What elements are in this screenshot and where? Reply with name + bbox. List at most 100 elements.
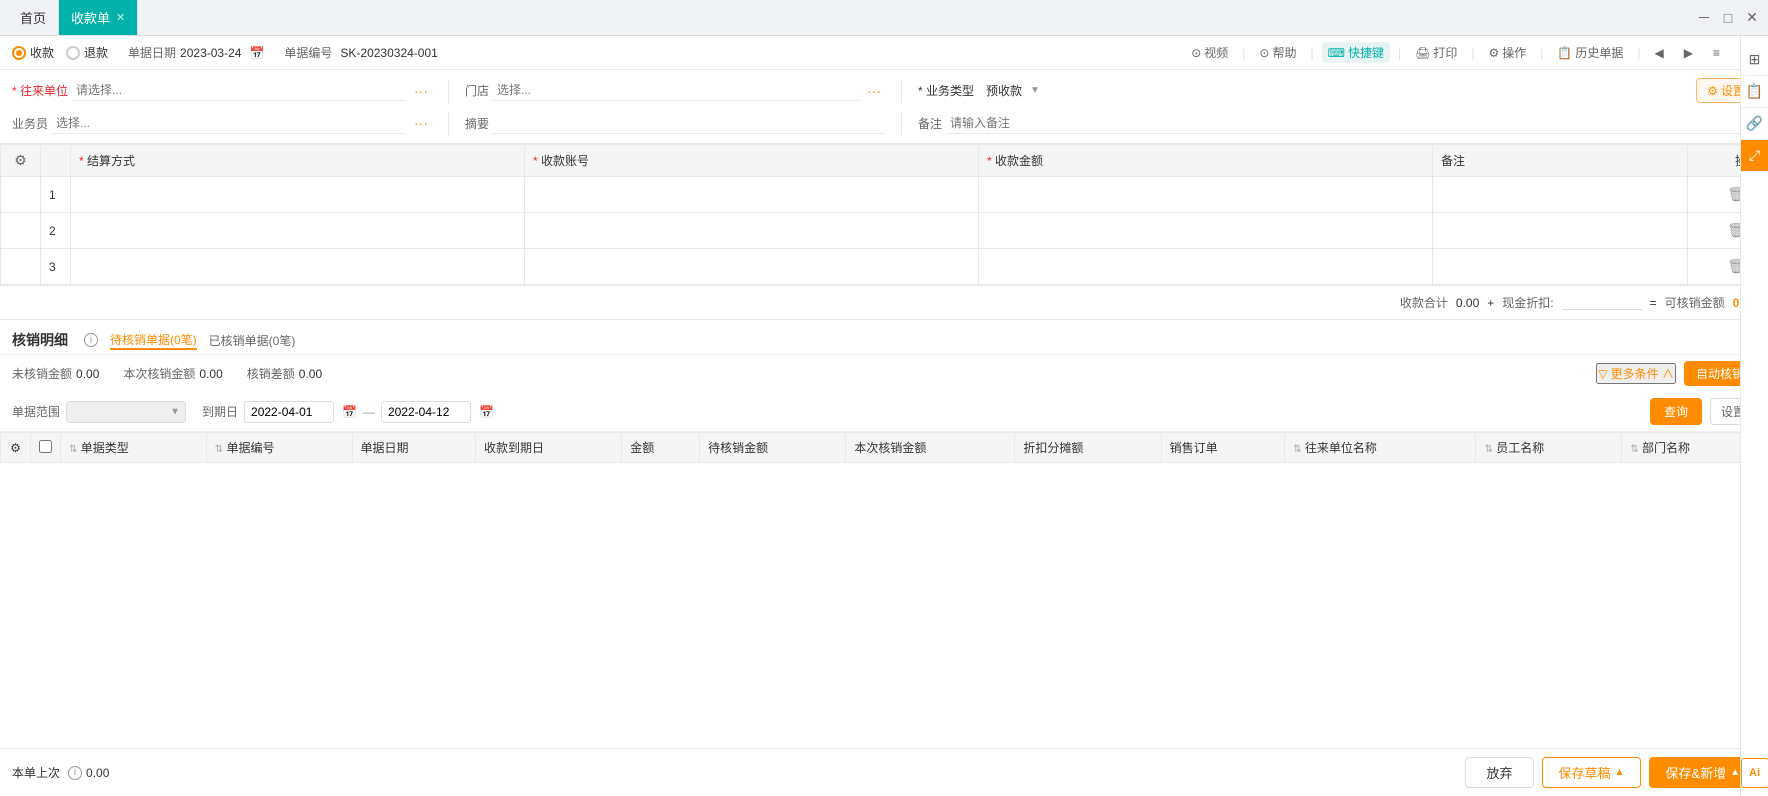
doc-no-field: 单据编号 SK-20230324-001 (284, 44, 437, 61)
rp-expand-icon[interactable]: ⤢ (1741, 140, 1768, 172)
summary-field: 摘要 (465, 113, 885, 134)
store-input[interactable] (493, 80, 859, 101)
completed-tab[interactable]: 已核销单据(0笔) (209, 332, 296, 349)
recon-info-icon[interactable]: i (84, 333, 98, 347)
summary-row: 收款合计 0.00 + 现金折扣: = 可核销金额 0.00 (0, 286, 1768, 320)
date-from-cal-icon[interactable]: 📅 (342, 405, 357, 419)
window-controls: － □ ✕ (1696, 10, 1760, 26)
radio-refund[interactable]: 退款 (66, 44, 108, 61)
toolbar: 收款 退款 单据日期 2023-03-24 📅 单据编号 SK-20230324… (0, 36, 1768, 70)
minimize-btn[interactable]: － (1696, 10, 1712, 26)
sort-dept-icon[interactable]: ⇅ (1630, 444, 1638, 455)
save-draft-btn[interactable]: 保存草稿 ▲ (1542, 757, 1642, 788)
next-value: 0.00 (86, 766, 109, 780)
table-settings-icon[interactable]: ⚙ (14, 152, 27, 168)
print-btn[interactable]: 🖨 打印 (1409, 42, 1463, 63)
nav-next-icon[interactable]: ▶ (1678, 44, 1699, 62)
col-account: 收款账号 (525, 145, 979, 177)
row2-account[interactable] (525, 213, 979, 249)
total-value: 0.00 (1456, 296, 1479, 310)
tab-home-label: 首页 (20, 8, 46, 27)
operation-btn[interactable]: ⚙ 操作 (1482, 42, 1532, 63)
counterpart-more-btn[interactable]: ··· (410, 83, 432, 99)
business-type-dropdown[interactable]: ▼ (1030, 85, 1040, 96)
query-btn[interactable]: 查询 (1650, 398, 1702, 425)
current-value: 0.00 (199, 367, 222, 381)
due-date-label: 到期日 (202, 403, 238, 420)
ai-label[interactable]: Ai (1741, 758, 1768, 788)
calendar-icon[interactable]: 📅 (249, 46, 264, 60)
date-from-input[interactable] (244, 401, 334, 423)
row3-amount[interactable] (979, 249, 1433, 285)
row2-settlement[interactable] (71, 213, 525, 249)
range-select[interactable] (66, 401, 186, 423)
shortcut-btn[interactable]: ⌨ 快捷键 (1322, 42, 1390, 63)
close-btn[interactable]: ✕ (1744, 10, 1760, 26)
remark-input[interactable] (946, 113, 1756, 134)
rp-table-icon[interactable]: ⊞ (1741, 44, 1768, 76)
next-info-icon[interactable]: i (68, 766, 82, 780)
row1-amount[interactable] (979, 177, 1433, 213)
right-panel: ⊞ 📋 🔗 ⤢ Ai (1740, 36, 1768, 796)
tab-receipt[interactable]: 收款单 ✕ (59, 0, 138, 35)
tab-close-icon[interactable]: ✕ (116, 11, 125, 24)
salesperson-input[interactable] (52, 113, 406, 134)
store-more-btn[interactable]: ··· (863, 83, 885, 99)
data-table-settings-icon[interactable]: ⚙ (10, 441, 21, 455)
date-to-input[interactable] (381, 401, 471, 423)
business-type-field: * 业务类型 预收款 ▼ (918, 82, 1696, 99)
bottom-actions: 放弃 保存草稿 ▲ 保存&新增 ▲ (1465, 757, 1756, 788)
help-btn[interactable]: ⊙ 帮助 (1253, 42, 1302, 63)
row1-account[interactable] (525, 177, 979, 213)
main-content: 收款 退款 单据日期 2023-03-24 📅 单据编号 SK-20230324… (0, 36, 1768, 796)
data-table-wrap: ⚙ ⇅ 单据类型 ⇅ 单据编号 (0, 432, 1768, 463)
row3-remark[interactable] (1433, 249, 1688, 285)
counterpart-input[interactable] (72, 80, 406, 101)
sort-doc-no-icon[interactable]: ⇅ (215, 444, 223, 455)
range-select-wrap: ▼ (66, 401, 186, 423)
sort-counterpart-icon[interactable]: ⇅ (1293, 444, 1301, 455)
nav-prev-icon[interactable]: ◀ (1648, 44, 1669, 62)
salesperson-field: 业务员 ··· (12, 113, 432, 134)
radio-dot-refund (66, 46, 80, 60)
summary-input[interactable] (493, 113, 885, 134)
unverified-label: 未核销金额 (12, 365, 72, 382)
row2-remark[interactable] (1433, 213, 1688, 249)
range-field: 单据范围 ▼ (12, 401, 186, 423)
row3-settlement[interactable] (71, 249, 525, 285)
row1-settlement[interactable] (71, 177, 525, 213)
sort-doc-type-icon[interactable]: ⇅ (69, 444, 77, 455)
video-btn[interactable]: ⊙ 视频 (1185, 42, 1234, 63)
col-amount: 收款金额 (979, 145, 1433, 177)
date-to-cal-icon[interactable]: 📅 (479, 405, 494, 419)
radio-receipt[interactable]: 收款 (12, 44, 54, 61)
tab-home[interactable]: 首页 (8, 0, 59, 35)
history-btn[interactable]: 📋 历史单据 (1551, 42, 1629, 63)
unverified-value: 0.00 (76, 367, 99, 381)
salesperson-more-btn[interactable]: ··· (410, 115, 432, 131)
data-table: ⚙ ⇅ 单据类型 ⇅ 单据编号 (0, 432, 1768, 463)
dtcol-settings: ⚙ (1, 433, 31, 463)
save-new-arrow: ▲ (1730, 767, 1740, 778)
sort-employee-icon[interactable]: ⇅ (1484, 444, 1492, 455)
list-view-icon[interactable]: ≡ (1707, 44, 1726, 62)
more-filter-btn[interactable]: ▽ 更多条件 ∧ (1596, 363, 1676, 384)
doc-no-label: 单据编号 (284, 44, 332, 61)
receipt-type-radio-group: 收款 退款 (12, 44, 108, 61)
col-remark: 备注 (1433, 145, 1688, 177)
rp-link-icon[interactable]: 🔗 (1741, 108, 1768, 140)
discard-btn[interactable]: 放弃 (1465, 757, 1533, 788)
range-select-arrow: ▼ (170, 406, 180, 417)
discount-input[interactable] (1562, 295, 1642, 310)
select-all-checkbox[interactable] (39, 440, 52, 453)
row1-remark[interactable] (1433, 177, 1688, 213)
dtcol-pending-amount: 待核销金额 (700, 433, 846, 463)
restore-btn[interactable]: □ (1720, 10, 1736, 26)
next-label: 本单上次 (12, 764, 60, 781)
form-divider-2 (901, 79, 902, 103)
pending-tab[interactable]: 待核销单据(0笔) (110, 331, 197, 350)
dtcol-employee: ⇅ 员工名称 (1476, 433, 1622, 463)
row3-account[interactable] (525, 249, 979, 285)
rp-doc-icon[interactable]: 📋 (1741, 76, 1768, 108)
row2-amount[interactable] (979, 213, 1433, 249)
